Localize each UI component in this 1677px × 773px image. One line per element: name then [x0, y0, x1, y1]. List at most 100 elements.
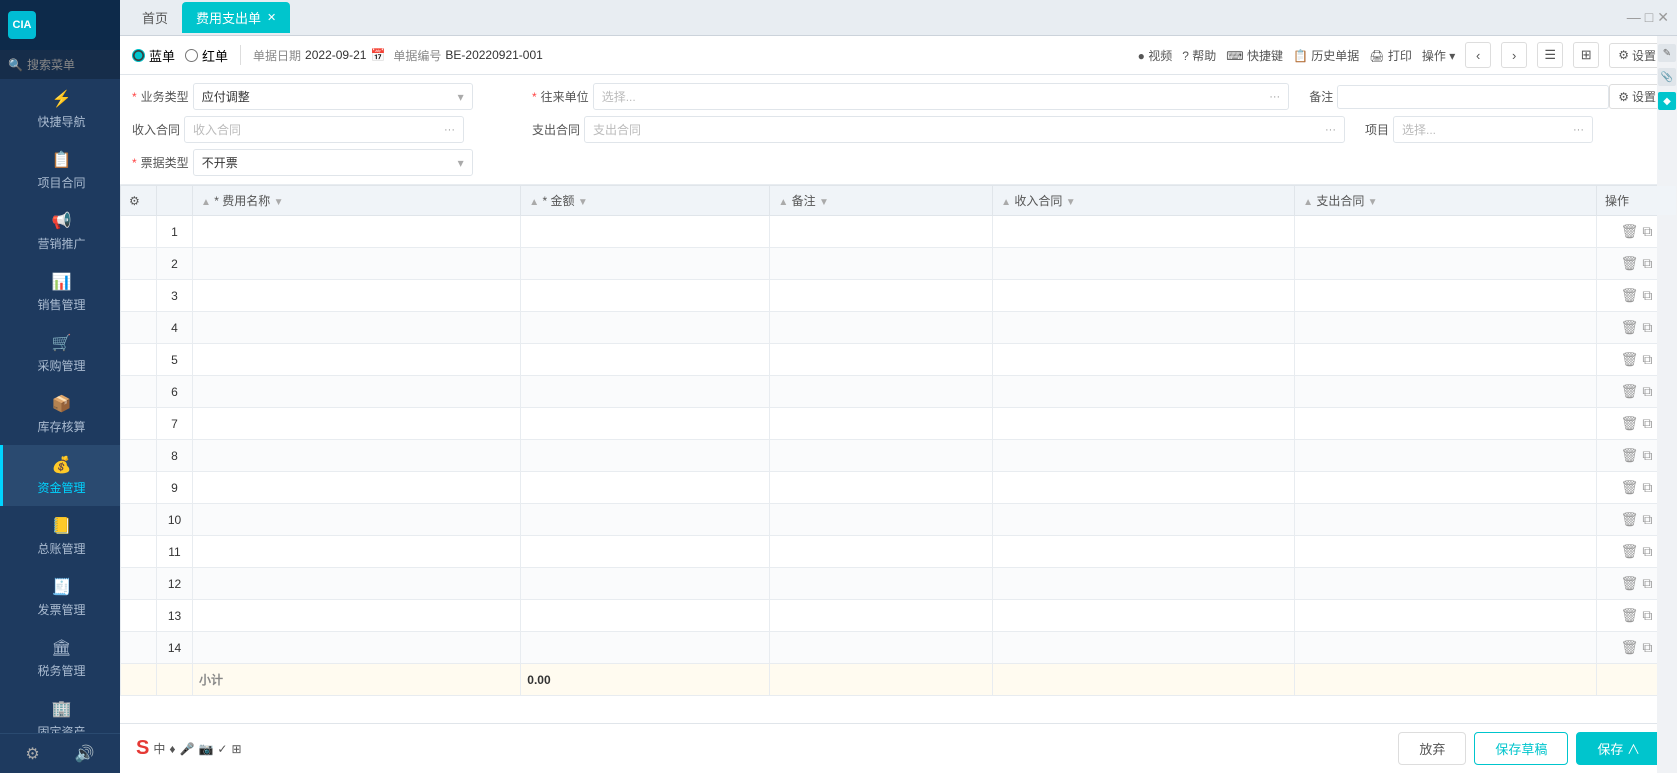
sidebar-item-invoice[interactable]: 🧾 发票管理 — [0, 567, 120, 628]
cell-amount[interactable] — [521, 632, 770, 664]
cell-income-contract[interactable] — [993, 600, 1295, 632]
expense-contract-sort-down[interactable]: ▼ — [1368, 197, 1378, 208]
cell-expense-contract[interactable] — [1295, 504, 1597, 536]
col-expense-name-header[interactable]: ▲ * 费用名称 ▼ — [193, 186, 521, 216]
cell-income-contract[interactable] — [993, 216, 1295, 248]
cell-expense-name[interactable] — [193, 216, 521, 248]
invoice-type-select[interactable]: 不开票 ▾ — [193, 149, 473, 176]
col-income-contract-header[interactable]: ▲ 收入合同 ▼ — [993, 186, 1295, 216]
row-delete-icon[interactable]: 🗑 — [1619, 605, 1641, 625]
biz-type-select[interactable]: 应付调整 ▾ — [193, 83, 473, 110]
expense-contract-sort-up[interactable]: ▲ — [1303, 197, 1313, 208]
cell-amount[interactable] — [521, 568, 770, 600]
cell-expense-name[interactable] — [193, 472, 521, 504]
action-print[interactable]: 🖨 打印 — [1369, 47, 1412, 64]
view-list-icon[interactable]: ☰ — [1537, 42, 1563, 68]
row-delete-icon[interactable]: 🗑 — [1619, 253, 1641, 273]
sidebar-item-capital[interactable]: 💰 资金管理 — [0, 445, 120, 506]
sidebar-item-quick-nav[interactable]: ⚡ 快捷导航 — [0, 79, 120, 140]
remark-sort-up[interactable]: ▲ — [778, 197, 788, 208]
search-label[interactable]: 搜索菜单 — [27, 56, 75, 73]
cell-remark[interactable] — [770, 248, 993, 280]
row-copy-icon[interactable]: ⧉ — [1640, 285, 1654, 305]
close-button[interactable]: ✕ — [1657, 9, 1669, 26]
row-copy-icon[interactable]: ⧉ — [1640, 637, 1654, 657]
cell-expense-name[interactable] — [193, 280, 521, 312]
expense-contract-select[interactable]: 支出合同 ··· — [584, 116, 1345, 143]
tab-expense[interactable]: 费用支出单 ✕ — [182, 2, 290, 33]
row-copy-icon[interactable]: ⧉ — [1640, 605, 1654, 625]
row-delete-icon[interactable]: 🗑 — [1619, 509, 1641, 529]
row-copy-icon[interactable]: ⧉ — [1640, 381, 1654, 401]
cell-expense-contract[interactable] — [1295, 440, 1597, 472]
cell-expense-name[interactable] — [193, 440, 521, 472]
cell-amount[interactable] — [521, 280, 770, 312]
row-delete-icon[interactable]: 🗑 — [1619, 413, 1641, 433]
save-draft-button[interactable]: 保存草稿 — [1474, 732, 1568, 765]
save-button[interactable]: 保存 ∧ — [1576, 732, 1661, 765]
cell-expense-contract[interactable] — [1295, 632, 1597, 664]
calendar-icon[interactable]: 📅 — [370, 48, 385, 62]
sidebar-item-purchase[interactable]: 🛒 采购管理 — [0, 323, 120, 384]
cell-income-contract[interactable] — [993, 440, 1295, 472]
cell-amount[interactable] — [521, 312, 770, 344]
cell-expense-contract[interactable] — [1295, 216, 1597, 248]
cell-income-contract[interactable] — [993, 376, 1295, 408]
income-contract-select[interactable]: 收入合同 ··· — [184, 116, 464, 143]
cell-remark[interactable] — [770, 632, 993, 664]
cell-income-contract[interactable] — [993, 280, 1295, 312]
project-dots[interactable]: ··· — [1573, 124, 1584, 136]
cell-expense-name[interactable] — [193, 632, 521, 664]
cell-amount[interactable] — [521, 504, 770, 536]
cell-income-contract[interactable] — [993, 408, 1295, 440]
red-bill-radio[interactable]: 红单 — [185, 46, 228, 65]
row-copy-icon[interactable]: ⧉ — [1640, 477, 1654, 497]
cell-expense-name[interactable] — [193, 536, 521, 568]
discard-button[interactable]: 放弃 — [1398, 732, 1466, 765]
cell-expense-name[interactable] — [193, 312, 521, 344]
cell-income-contract[interactable] — [993, 248, 1295, 280]
cell-income-contract[interactable] — [993, 312, 1295, 344]
remark-input[interactable] — [1337, 85, 1609, 109]
cell-expense-name[interactable] — [193, 376, 521, 408]
sidebar-item-inventory[interactable]: 📦 库存核算 — [0, 384, 120, 445]
minimize-button[interactable]: — — [1627, 9, 1641, 26]
cell-remark[interactable] — [770, 344, 993, 376]
cell-amount[interactable] — [521, 344, 770, 376]
cell-income-contract[interactable] — [993, 472, 1295, 504]
cell-expense-name[interactable] — [193, 504, 521, 536]
sidebar-item-tax[interactable]: 🏛 税务管理 — [0, 628, 120, 689]
sidebar-item-sales[interactable]: 📊 销售管理 — [0, 262, 120, 323]
col-expense-contract-header[interactable]: ▲ 支出合同 ▼ — [1295, 186, 1597, 216]
cell-expense-contract[interactable] — [1295, 536, 1597, 568]
cell-amount[interactable] — [521, 408, 770, 440]
cell-expense-name[interactable] — [193, 248, 521, 280]
row-copy-icon[interactable]: ⧉ — [1640, 413, 1654, 433]
row-delete-icon[interactable]: 🗑 — [1619, 349, 1641, 369]
expense-contract-dots[interactable]: ··· — [1325, 124, 1336, 136]
action-shortcuts[interactable]: ⌨ 快捷键 — [1226, 47, 1283, 64]
cell-amount[interactable] — [521, 472, 770, 504]
cell-remark[interactable] — [770, 280, 993, 312]
counterpart-select[interactable]: 选择... ··· — [593, 83, 1290, 110]
cell-expense-contract[interactable] — [1295, 408, 1597, 440]
action-video[interactable]: ● 视频 — [1138, 47, 1173, 64]
income-sort-down[interactable]: ▼ — [1066, 197, 1076, 208]
amount-sort-up[interactable]: ▲ — [529, 197, 539, 208]
cell-amount[interactable] — [521, 536, 770, 568]
expense-name-sort-down[interactable]: ▼ — [274, 197, 284, 208]
sidebar-item-ledger[interactable]: 📒 总账管理 — [0, 506, 120, 567]
nav-next-icon[interactable]: › — [1501, 42, 1527, 68]
row-delete-icon[interactable]: 🗑 — [1619, 285, 1641, 305]
row-copy-icon[interactable]: ⧉ — [1640, 509, 1654, 529]
cell-expense-contract[interactable] — [1295, 248, 1597, 280]
expense-name-sort-up[interactable]: ▲ — [201, 197, 211, 208]
cell-remark[interactable] — [770, 312, 993, 344]
cell-remark[interactable] — [770, 440, 993, 472]
action-history[interactable]: 📋 历史单据 — [1293, 47, 1359, 64]
cell-expense-contract[interactable] — [1295, 472, 1597, 504]
row-copy-icon[interactable]: ⧉ — [1640, 221, 1654, 241]
sidebar-item-project-contract[interactable]: 📋 项目合同 — [0, 140, 120, 201]
view-grid-icon[interactable]: ⊞ — [1573, 42, 1599, 68]
cell-income-contract[interactable] — [993, 504, 1295, 536]
